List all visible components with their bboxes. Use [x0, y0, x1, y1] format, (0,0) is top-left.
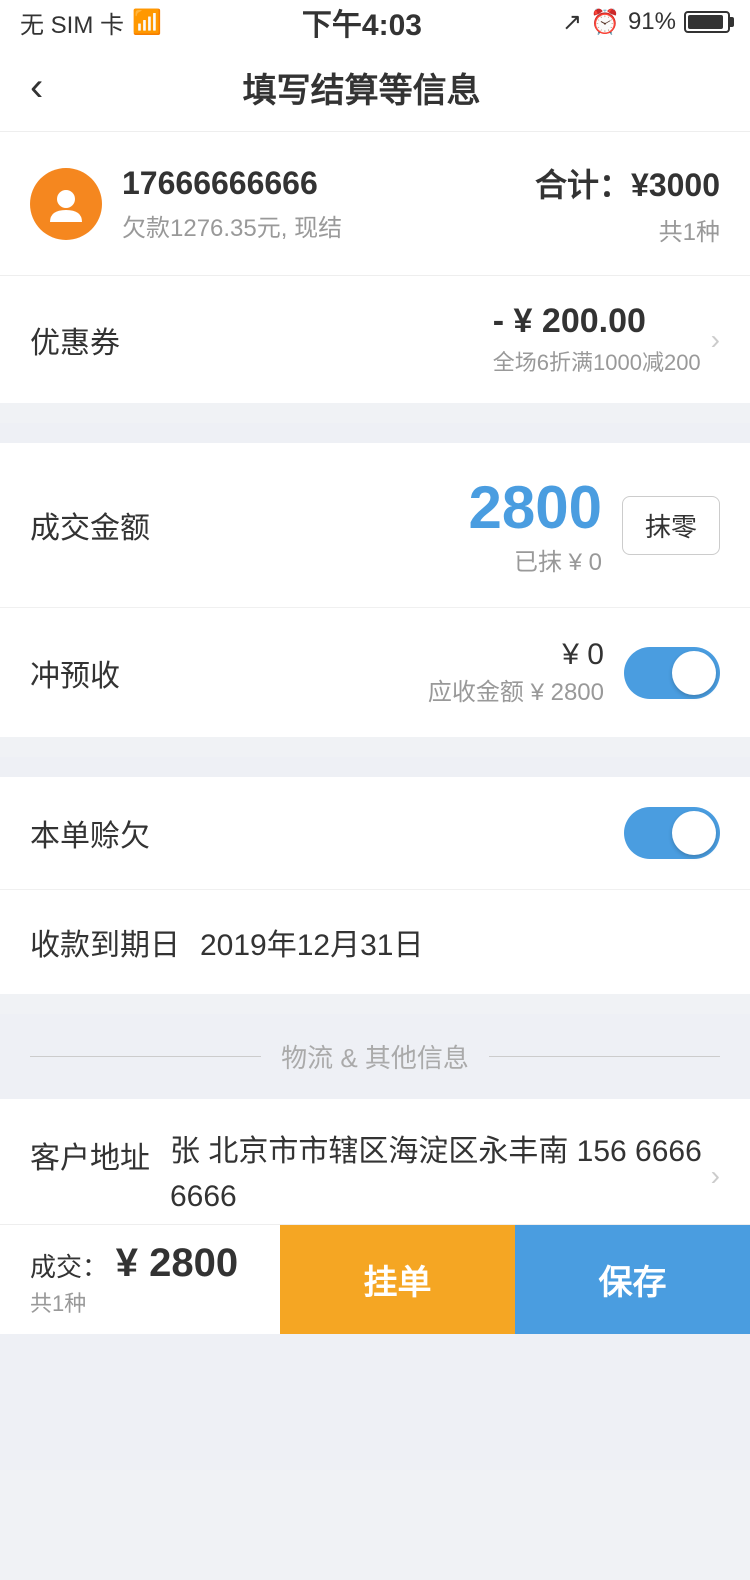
- bottom-count: 共1种: [30, 1286, 250, 1318]
- avatar: [30, 168, 102, 240]
- debt-toggle-knob: [672, 811, 716, 855]
- prepayment-amount: ¥ 0: [428, 638, 604, 672]
- status-time: 下午4:03: [302, 0, 422, 44]
- prepayment-toggle-knob: [672, 651, 716, 695]
- customer-sub-info: 欠款1276.35元, 现结: [122, 208, 535, 243]
- status-left: 无 SIM 卡 📶: [20, 5, 162, 40]
- deal-amount-right: 2800 已抹 ¥ 0: [469, 473, 602, 577]
- debt-section: 本单赊欠 收款到期日 2019年12月31日: [0, 777, 750, 994]
- customer-section: 17666666666 欠款1276.35元, 现结 合计：¥3000 共1种 …: [0, 132, 750, 403]
- prepayment-amount-area: ¥ 0 应收金额 ¥ 2800: [428, 638, 604, 707]
- debt-label: 本单赊欠: [30, 811, 624, 855]
- deal-section: 成交金额 2800 已抹 ¥ 0 抹零 冲预收 ¥ 0 应收金额 ¥ 2800: [0, 443, 750, 737]
- divider-2: [0, 757, 750, 777]
- deal-amount-row: 成交金额 2800 已抹 ¥ 0 抹零: [0, 443, 750, 608]
- coupon-detail: 全场6折满1000减200: [493, 345, 701, 377]
- battery-percent: 91%: [628, 8, 676, 36]
- prepayment-toggle[interactable]: [624, 647, 720, 699]
- status-right: ↗ ⏰ 91%: [562, 8, 730, 37]
- deal-amount-label: 成交金额: [30, 503, 170, 547]
- bottom-summary-amount: ¥ 2800: [116, 1241, 238, 1285]
- back-button[interactable]: ‹: [30, 65, 43, 110]
- wifi-icon: 📶: [132, 8, 162, 37]
- prepayment-row: 冲预收 ¥ 0 应收金额 ¥ 2800: [0, 608, 750, 737]
- round-zero-button[interactable]: 抹零: [622, 496, 720, 555]
- bottom-summary: 成交： ¥ 2800 共1种: [0, 1241, 280, 1318]
- prepayment-label: 冲预收: [30, 651, 170, 695]
- coupon-label: 优惠券: [30, 318, 120, 362]
- bottom-label-row: 成交： ¥ 2800: [30, 1241, 250, 1286]
- logistics-line-left: [30, 1056, 261, 1057]
- location-icon: ↗: [562, 8, 582, 37]
- logistics-text: 物流 & 其他信息: [281, 1038, 469, 1075]
- alarm-icon: ⏰: [590, 8, 620, 37]
- deal-amount-number[interactable]: 2800: [469, 473, 602, 542]
- customer-info: 17666666666 欠款1276.35元, 现结: [122, 165, 535, 243]
- coupon-right: - ¥ 200.00 全场6折满1000减200 ›: [493, 302, 720, 377]
- due-date-row: 收款到期日 2019年12月31日: [0, 890, 750, 994]
- avatar-icon: [46, 184, 86, 224]
- logistics-line-right: [489, 1056, 720, 1057]
- due-date-label: 收款到期日: [30, 920, 180, 964]
- total-count: 共1种: [535, 212, 720, 247]
- address-chevron-icon: ›: [711, 1156, 720, 1192]
- coupon-row[interactable]: 优惠券 - ¥ 200.00 全场6折满1000减200 ›: [0, 275, 750, 403]
- deal-amount-value-area: 2800 已抹 ¥ 0 抹零: [170, 473, 720, 577]
- divider-1: [0, 423, 750, 443]
- coupon-amount: - ¥ 200.00: [493, 302, 701, 341]
- customer-row: 17666666666 欠款1276.35元, 现结 合计：¥3000 共1种: [0, 132, 750, 275]
- prepayment-sub: 应收金额 ¥ 2800: [428, 672, 604, 707]
- bottom-bar: 成交： ¥ 2800 共1种 挂单 保存: [0, 1224, 750, 1334]
- coupon-chevron-icon: ›: [711, 324, 720, 356]
- status-bar: 无 SIM 卡 📶 下午4:03 ↗ ⏰ 91%: [0, 0, 750, 44]
- customer-phone: 17666666666: [122, 165, 535, 202]
- battery-icon: [684, 11, 730, 33]
- deal-amount-sub: 已抹 ¥ 0: [469, 542, 602, 577]
- page-title: 填写结算等信息: [63, 63, 660, 112]
- bottom-actions: 挂单 保存: [280, 1225, 750, 1334]
- coupon-info: - ¥ 200.00 全场6折满1000减200: [493, 302, 701, 377]
- logistics-separator: 物流 & 其他信息: [0, 1014, 750, 1099]
- due-date-value: 2019年12月31日: [200, 920, 423, 964]
- bottom-summary-label: 成交：: [30, 1252, 108, 1282]
- no-sim-text: 无 SIM 卡: [20, 5, 124, 40]
- customer-total: 合计：¥3000 共1种: [535, 160, 720, 247]
- address-label: 客户地址: [30, 1129, 170, 1177]
- address-value: 张 北京市市辖区海淀区永丰南 156 6666 6666: [170, 1129, 711, 1219]
- debt-row: 本单赊欠: [0, 777, 750, 890]
- nav-bar: ‹ 填写结算等信息: [0, 44, 750, 132]
- total-amount: 合计：¥3000: [535, 160, 720, 206]
- hold-button[interactable]: 挂单: [280, 1225, 515, 1334]
- debt-toggle[interactable]: [624, 807, 720, 859]
- save-button[interactable]: 保存: [515, 1225, 750, 1334]
